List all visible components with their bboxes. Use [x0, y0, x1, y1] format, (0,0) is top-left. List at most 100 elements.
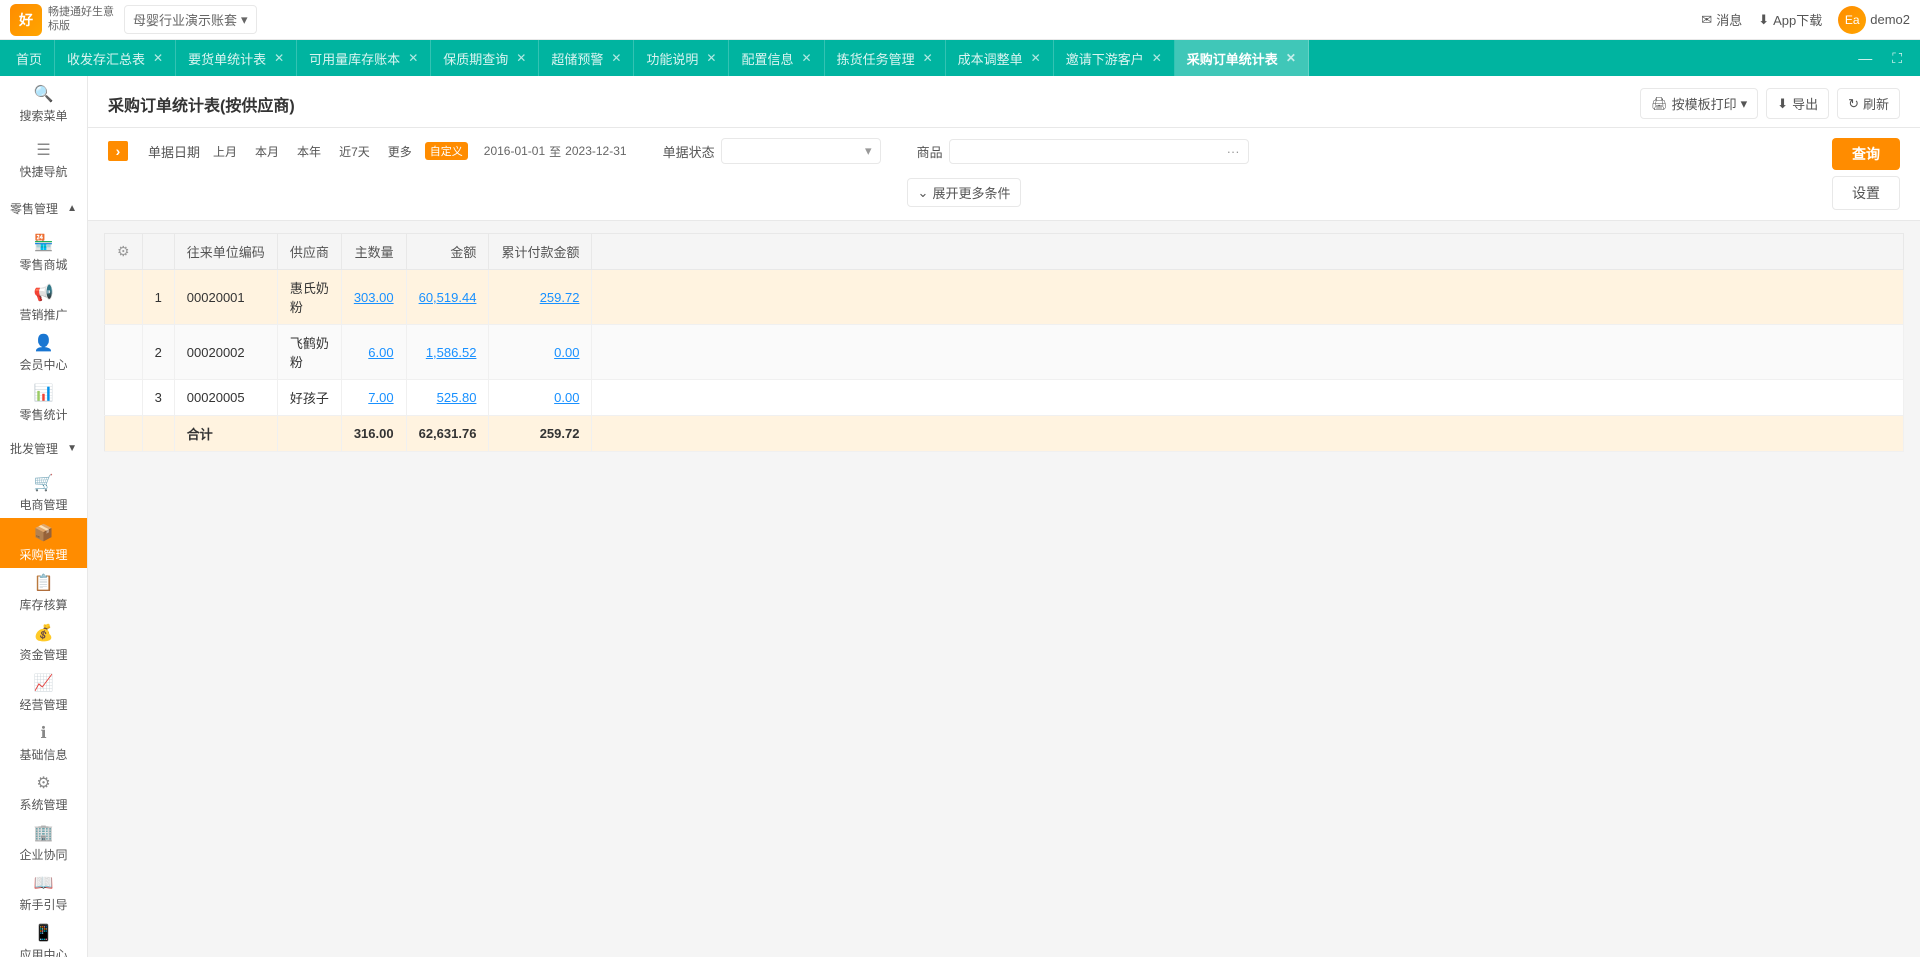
user-area[interactable]: Ea demo2 — [1838, 6, 1910, 34]
message-btn[interactable]: ✉ 消息 — [1701, 10, 1742, 29]
tab-purchase-order-summary[interactable]: 采购订单统计表 ✕ — [1175, 40, 1309, 76]
footer-label: 合计 — [174, 416, 277, 452]
sidebar-item-guide[interactable]: 📖 新手引导 — [0, 868, 87, 918]
tab-close-function-desc[interactable]: ✕ — [706, 51, 716, 65]
table-row[interactable]: 2 00020002 飞鹤奶粉 6.00 1,586.52 0.00 — [105, 325, 1904, 380]
sidebar-item-member[interactable]: 👤 会员中心 — [0, 328, 87, 378]
tab-close-picking-task[interactable]: ✕ — [923, 51, 933, 65]
refresh-button[interactable]: ↻ 刷新 — [1837, 88, 1900, 119]
sidebar-item-purchase[interactable]: 📦 采购管理 — [0, 518, 87, 568]
app-download-btn[interactable]: ⬇ App下载 — [1758, 10, 1822, 29]
tab-close-overstock-alert[interactable]: ✕ — [611, 51, 621, 65]
export-button[interactable]: ⬇ 导出 — [1766, 88, 1829, 119]
sidebar-item-app-center[interactable]: 📱 应用中心 — [0, 918, 87, 957]
workspace-selector[interactable]: 母婴行业演示账套 ▾ — [124, 5, 257, 34]
tab-close-warranty-query[interactable]: ✕ — [516, 51, 526, 65]
sidebar-item-retail-mgmt[interactable]: 零售管理 ▲ — [0, 188, 87, 228]
th-extra — [592, 234, 1904, 270]
sidebar-search[interactable]: 🔍 搜索菜单 — [0, 76, 87, 132]
page-title: 采购订单统计表(按供应商) — [108, 92, 295, 116]
tab-close-invite-downstream[interactable]: ✕ — [1152, 51, 1162, 65]
row-amount[interactable]: 525.80 — [406, 380, 489, 416]
expand-filter-btn[interactable]: › — [108, 141, 128, 161]
template-print-button[interactable]: 🖨 按模板打印 ▾ — [1640, 88, 1758, 119]
sidebar-quick-nav[interactable]: ☰ 快捷导航 — [0, 132, 87, 188]
minimize-tab-icon[interactable]: — — [1852, 48, 1878, 68]
search-icon: 🔍 — [34, 84, 54, 104]
sidebar-item-wholesale[interactable]: 批发管理 ▼ — [0, 428, 87, 468]
maximize-tab-icon[interactable]: ⛶ — [1886, 48, 1908, 69]
shortcut-this-year[interactable]: 本年 — [290, 140, 328, 163]
table-row[interactable]: 3 00020005 好孩子 7.00 525.80 0.00 — [105, 380, 1904, 416]
row-qty[interactable]: 7.00 — [341, 380, 406, 416]
tab-overstock-alert[interactable]: 超储预警 ✕ — [539, 40, 634, 76]
more-conditions-row: ⌄ 展开更多条件 — [108, 164, 1820, 209]
custom-date-badge[interactable]: 自定义 — [425, 142, 468, 160]
sidebar-item-retail-stats[interactable]: 📊 零售统计 — [0, 378, 87, 428]
tab-close-receive-summary[interactable]: ✕ — [153, 51, 163, 65]
tab-close-order-summary[interactable]: ✕ — [274, 51, 284, 65]
refresh-icon: ↻ — [1848, 96, 1859, 112]
tab-order-summary[interactable]: 要货单统计表 ✕ — [176, 40, 297, 76]
shortcut-7days[interactable]: 近7天 — [332, 140, 377, 163]
system-icon: ⚙ — [36, 773, 50, 793]
marketing-icon: 📢 — [34, 283, 54, 303]
shortcut-this-month[interactable]: 本月 — [248, 140, 286, 163]
settings-button[interactable]: 设置 — [1832, 176, 1900, 210]
row-paid-amount[interactable]: 0.00 — [489, 325, 592, 380]
sidebar-item-basic-info[interactable]: ℹ 基础信息 — [0, 718, 87, 768]
tab-home[interactable]: 首页 — [4, 40, 55, 76]
sidebar-item-ops[interactable]: 📈 经营管理 — [0, 668, 87, 718]
nav-icon: ☰ — [36, 140, 50, 160]
row-expand-cell — [105, 270, 143, 325]
sidebar-item-finance[interactable]: 💰 资金管理 — [0, 618, 87, 668]
tab-cost-adjust[interactable]: 成本调整单 ✕ — [946, 40, 1054, 76]
tab-config-info[interactable]: 配置信息 ✕ — [729, 40, 824, 76]
row-amount[interactable]: 1,586.52 — [406, 325, 489, 380]
shortcut-last-month[interactable]: 上月 — [206, 140, 244, 163]
sidebar-item-inventory[interactable]: 📋 库存核算 — [0, 568, 87, 618]
date-shortcuts: 上月 本月 本年 近7天 更多 — [206, 140, 419, 163]
status-select[interactable]: ▾ — [721, 138, 881, 164]
filter-area: › 单据日期 上月 本月 本年 近7天 更多 — [88, 128, 1920, 221]
th-settings[interactable]: ⚙ — [105, 234, 143, 270]
table-body: 1 00020001 惠氏奶粉 303.00 60,519.44 259.72 … — [105, 270, 1904, 416]
row-amount[interactable]: 60,519.44 — [406, 270, 489, 325]
tab-close-purchase-order-summary[interactable]: ✕ — [1286, 51, 1296, 65]
shortcut-more[interactable]: 更多 — [381, 140, 419, 163]
tab-invite-downstream[interactable]: 邀请下游客户 ✕ — [1054, 40, 1175, 76]
gear-icon[interactable]: ⚙ — [117, 243, 130, 259]
tab-receive-summary[interactable]: 收发存汇总表 ✕ — [55, 40, 176, 76]
goods-input[interactable]: ··· — [949, 139, 1249, 164]
filter-date-item: 单据日期 上月 本月 本年 近7天 更多 自定义 — [148, 140, 468, 163]
tab-close-available-stock[interactable]: ✕ — [408, 51, 418, 65]
tab-available-stock[interactable]: 可用量库存账本 ✕ — [297, 40, 431, 76]
tab-close-cost-adjust[interactable]: ✕ — [1031, 51, 1041, 65]
sidebar-item-ecommerce[interactable]: 🛒 电商管理 — [0, 468, 87, 518]
expand-more-btn[interactable]: ⌄ 展开更多条件 — [907, 178, 1022, 207]
tab-warranty-query[interactable]: 保质期查询 ✕ — [431, 40, 539, 76]
ops-icon: 📈 — [34, 673, 54, 693]
sidebar-item-marketing[interactable]: 📢 营销推广 — [0, 278, 87, 328]
tab-picking-task[interactable]: 拣货任务管理 ✕ — [825, 40, 946, 76]
row-expand-cell — [105, 380, 143, 416]
tab-function-desc[interactable]: 功能说明 ✕ — [634, 40, 729, 76]
query-button[interactable]: 查询 — [1832, 138, 1900, 170]
row-qty[interactable]: 6.00 — [341, 325, 406, 380]
sidebar-item-system[interactable]: ⚙ 系统管理 — [0, 768, 87, 818]
sidebar-item-enterprise[interactable]: 🏢 企业协同 — [0, 818, 87, 868]
page-actions: 🖨 按模板打印 ▾ ⬇ 导出 ↻ 刷新 — [1640, 88, 1900, 119]
row-supplier: 惠氏奶粉 — [277, 270, 341, 325]
footer-amount: 62,631.76 — [406, 416, 489, 452]
table-row[interactable]: 1 00020001 惠氏奶粉 303.00 60,519.44 259.72 — [105, 270, 1904, 325]
top-bar: 好 畅捷通好生意 标版 母婴行业演示账套 ▾ ✉ 消息 ⬇ App下载 Ea — [0, 0, 1920, 40]
row-paid-amount[interactable]: 0.00 — [489, 380, 592, 416]
row-qty[interactable]: 303.00 — [341, 270, 406, 325]
row-paid-amount[interactable]: 259.72 — [489, 270, 592, 325]
row-supplier: 飞鹤奶粉 — [277, 325, 341, 380]
footer-seq-cell — [142, 416, 174, 452]
filter-actions: 查询 设置 — [1832, 138, 1900, 210]
filter-row-1: › 单据日期 上月 本月 本年 近7天 更多 — [108, 138, 1820, 164]
tab-close-config-info[interactable]: ✕ — [802, 51, 812, 65]
sidebar-item-retail-store[interactable]: 🏪 零售商城 — [0, 228, 87, 278]
